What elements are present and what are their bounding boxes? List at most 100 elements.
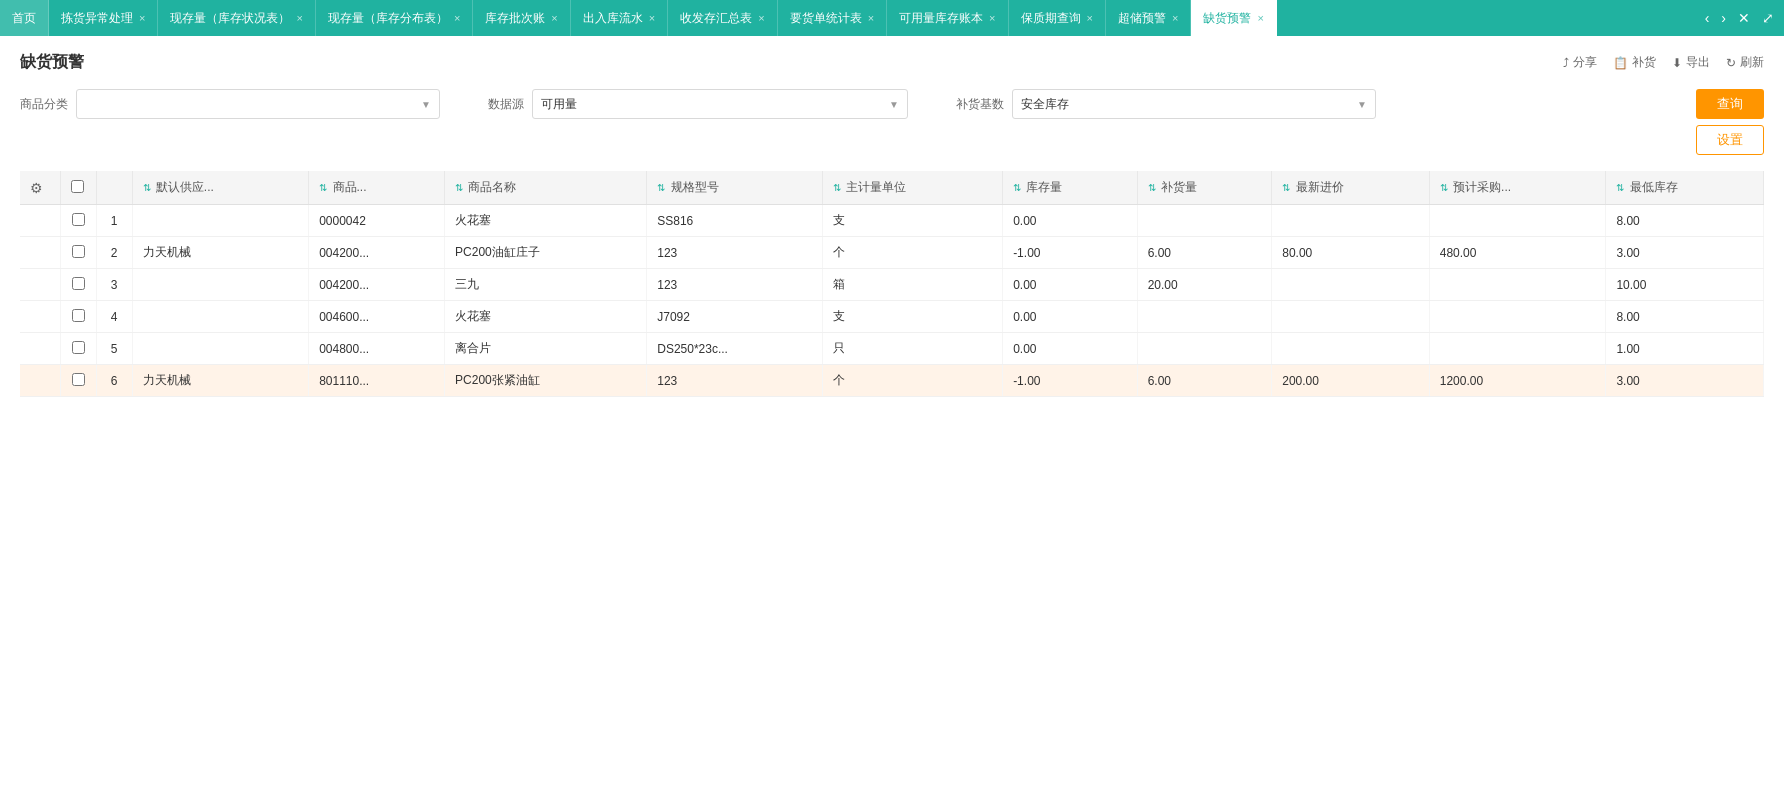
th-min-stock[interactable]: ⇅ 最低库存	[1606, 171, 1764, 205]
td-latest-price: 200.00	[1272, 365, 1430, 397]
close-tab-shortage[interactable]: ×	[1257, 12, 1263, 24]
row-checkbox-1[interactable]	[72, 213, 85, 226]
close-tab-inout-flow[interactable]: ×	[649, 12, 655, 24]
row-checkbox-5[interactable]	[72, 341, 85, 354]
row-checkbox-6[interactable]	[72, 373, 85, 386]
table-header-row: ⚙ ⇅ 默认供应... ⇅ 商品... ⇅ 商品名称	[20, 171, 1764, 205]
close-tab-batch[interactable]: ×	[551, 12, 557, 24]
tab-order-stat[interactable]: 要货单统计表 ×	[778, 0, 887, 36]
td-latest-price	[1272, 333, 1430, 365]
export-button[interactable]: ⬇ 导出	[1672, 54, 1710, 71]
td-latest-price	[1272, 301, 1430, 333]
share-button[interactable]: ⤴ 分享	[1563, 54, 1597, 71]
td-latest-price	[1272, 269, 1430, 301]
td-supplier	[132, 269, 309, 301]
query-button[interactable]: 查询	[1696, 89, 1764, 119]
td-est-purchase	[1429, 301, 1606, 333]
export-icon: ⬇	[1672, 56, 1682, 70]
td-check	[60, 365, 96, 397]
td-est-purchase	[1429, 269, 1606, 301]
th-replenish[interactable]: ⇅ 补货量	[1137, 171, 1272, 205]
settings-button[interactable]: 设置	[1696, 125, 1764, 155]
td-min-stock: 10.00	[1606, 269, 1764, 301]
td-settings	[20, 333, 60, 365]
td-unit: 个	[822, 237, 1002, 269]
settings-column-icon[interactable]: ⚙	[30, 180, 43, 196]
close-tab-abnormal[interactable]: ×	[139, 12, 145, 24]
tab-stock-status[interactable]: 现存量（库存状况表） ×	[158, 0, 315, 36]
td-settings	[20, 269, 60, 301]
td-product-name: 火花塞	[445, 205, 647, 237]
close-tab-order-stat[interactable]: ×	[868, 12, 874, 24]
sort-icon-product-code: ⇅	[319, 182, 327, 193]
tab-stock-dist[interactable]: 现存量（库存分布表） ×	[316, 0, 473, 36]
th-settings[interactable]: ⚙	[20, 171, 60, 205]
th-est-purchase[interactable]: ⇅ 预计采购...	[1429, 171, 1606, 205]
sort-icon-latest-price: ⇅	[1282, 182, 1290, 193]
td-settings	[20, 205, 60, 237]
datasource-select[interactable]: 可用量 ▼	[532, 89, 908, 119]
td-latest-price	[1272, 205, 1430, 237]
row-checkbox-3[interactable]	[72, 277, 85, 290]
td-num: 4	[96, 301, 132, 333]
refresh-button[interactable]: ↻ 刷新	[1726, 54, 1764, 71]
td-min-stock: 8.00	[1606, 205, 1764, 237]
th-supplier[interactable]: ⇅ 默认供应...	[132, 171, 309, 205]
tab-receive[interactable]: 收发存汇总表 ×	[668, 0, 777, 36]
category-select[interactable]: ▼	[76, 89, 440, 119]
tab-close-all-button[interactable]: ✕	[1732, 6, 1756, 30]
close-tab-expiry[interactable]: ×	[1087, 12, 1093, 24]
tab-home[interactable]: 首页	[0, 0, 49, 36]
tab-abnormal[interactable]: 拣货异常处理 ×	[49, 0, 158, 36]
th-unit[interactable]: ⇅ 主计量单位	[822, 171, 1002, 205]
header-actions: ⤴ 分享 📋 补货 ⬇ 导出 ↻ 刷新	[1563, 54, 1764, 71]
replenish-button[interactable]: 📋 补货	[1613, 54, 1656, 71]
page-header: 缺货预警 ⤴ 分享 📋 补货 ⬇ 导出 ↻ 刷新	[20, 52, 1764, 73]
td-est-purchase	[1429, 205, 1606, 237]
replenish-icon: 📋	[1613, 56, 1628, 70]
close-tab-overstock[interactable]: ×	[1172, 12, 1178, 24]
select-all-checkbox[interactable]	[71, 180, 84, 193]
tab-bar: 首页 拣货异常处理 × 现存量（库存状况表） × 现存量（库存分布表） × 库存…	[0, 0, 1784, 36]
th-stock[interactable]: ⇅ 库存量	[1003, 171, 1138, 205]
tab-overstock[interactable]: 超储预警 ×	[1106, 0, 1191, 36]
td-product-code: 004800...	[309, 333, 445, 365]
th-product-name[interactable]: ⇅ 商品名称	[445, 171, 647, 205]
table-row: 3 004200... 三九 123 箱 0.00 20.00 10.00	[20, 269, 1764, 301]
th-product-code[interactable]: ⇅ 商品...	[309, 171, 445, 205]
tab-next-button[interactable]: ›	[1715, 6, 1732, 30]
td-stock: 0.00	[1003, 333, 1138, 365]
td-unit: 只	[822, 333, 1002, 365]
tab-expiry[interactable]: 保质期查询 ×	[1009, 0, 1106, 36]
datasource-label: 数据源	[488, 96, 524, 113]
tab-shortage[interactable]: 缺货预警 ×	[1191, 0, 1276, 36]
td-spec: DS250*23c...	[647, 333, 822, 365]
replenish-base-value: 安全库存	[1021, 96, 1069, 113]
sort-icon-unit: ⇅	[833, 182, 841, 193]
tab-inout-flow[interactable]: 出入库流水 ×	[571, 0, 668, 36]
th-num	[96, 171, 132, 205]
tab-batch[interactable]: 库存批次账 ×	[473, 0, 570, 36]
tab-fullscreen-button[interactable]: ⤢	[1756, 6, 1780, 30]
td-num: 3	[96, 269, 132, 301]
th-latest-price[interactable]: ⇅ 最新进价	[1272, 171, 1430, 205]
category-dropdown-icon: ▼	[421, 99, 431, 110]
th-spec[interactable]: ⇅ 规格型号	[647, 171, 822, 205]
close-tab-receive[interactable]: ×	[758, 12, 764, 24]
close-tab-stock-dist[interactable]: ×	[454, 12, 460, 24]
close-tab-stock-status[interactable]: ×	[296, 12, 302, 24]
datasource-select-value: 可用量	[541, 96, 577, 113]
tab-prev-button[interactable]: ‹	[1699, 6, 1716, 30]
data-table: ⚙ ⇅ 默认供应... ⇅ 商品... ⇅ 商品名称	[20, 171, 1764, 397]
close-tab-avail-ledger[interactable]: ×	[989, 12, 995, 24]
row-checkbox-2[interactable]	[72, 245, 85, 258]
filter-actions: 查询 设置	[1696, 89, 1764, 155]
td-min-stock: 1.00	[1606, 333, 1764, 365]
td-check	[60, 301, 96, 333]
replenish-base-select[interactable]: 安全库存 ▼	[1012, 89, 1376, 119]
sort-icon-est-purchase: ⇅	[1440, 182, 1448, 193]
row-checkbox-4[interactable]	[72, 309, 85, 322]
td-replenish	[1137, 205, 1272, 237]
td-stock: -1.00	[1003, 237, 1138, 269]
tab-avail-ledger[interactable]: 可用量库存账本 ×	[887, 0, 1008, 36]
